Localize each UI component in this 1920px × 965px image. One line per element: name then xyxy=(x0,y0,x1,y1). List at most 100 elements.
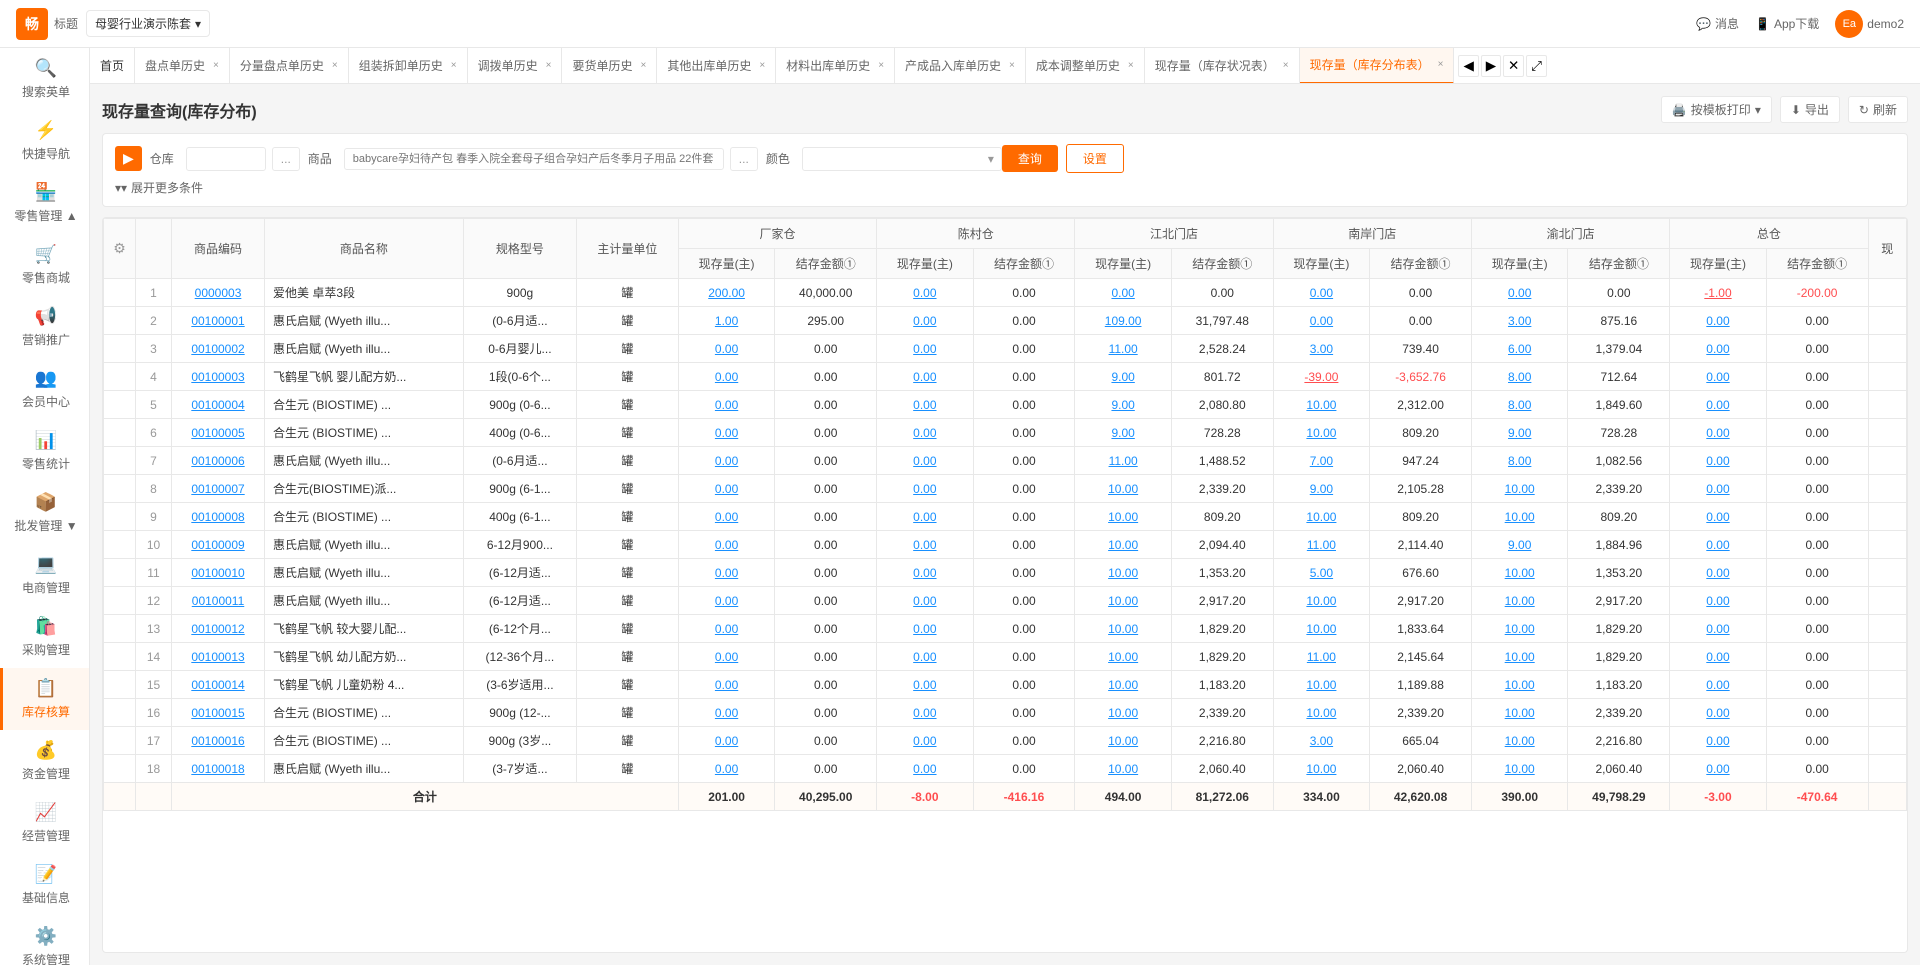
tab-material-out[interactable]: 材料出库单历史 × xyxy=(776,48,895,84)
print-btn[interactable]: 🖨️ 按模板打印 ▾ xyxy=(1661,96,1772,123)
cell-code: 00100012 xyxy=(172,615,265,643)
sidebar-item-system[interactable]: ⚙️ 系统管理 xyxy=(0,916,89,965)
cell-name: 合生元 (BIOSTIME) ... xyxy=(265,419,464,447)
cell-spec: (6-12月适... xyxy=(463,559,576,587)
cell-code: 00100016 xyxy=(172,727,265,755)
sidebar-item-retail-shop[interactable]: 🛒 零售商城 xyxy=(0,234,89,296)
sidebar-item-inventory[interactable]: 📋 库存核算 xyxy=(0,668,89,730)
cell-na-qty: -39.00 xyxy=(1273,363,1369,391)
chevron-down-icon: ▾ xyxy=(195,17,201,31)
tab-home[interactable]: 首页 xyxy=(90,48,135,84)
cell-f-qty: 0.00 xyxy=(678,587,774,615)
cell-total-amt: 0.00 xyxy=(1766,447,1868,475)
sidebar-item-operation[interactable]: 📈 经营管理 xyxy=(0,792,89,854)
tab-finished-in[interactable]: 产成品入库单历史 × xyxy=(895,48,1026,84)
cell-c-qty: 0.00 xyxy=(877,503,973,531)
close-icon[interactable]: × xyxy=(213,60,219,71)
tab-transfer[interactable]: 调拨单历史 × xyxy=(468,48,563,84)
cell-settings xyxy=(104,727,136,755)
cell-c-qty: 0.00 xyxy=(877,587,973,615)
sidebar-item-nav[interactable]: ⚡ 快捷导航 xyxy=(0,110,89,172)
close-icon[interactable]: × xyxy=(759,60,765,71)
app-download-btn[interactable]: 📱 App下载 xyxy=(1755,15,1819,32)
cell-c-amt: 0.00 xyxy=(973,391,1075,419)
close-icon[interactable]: × xyxy=(1438,59,1444,70)
cell-yb-qty: 10.00 xyxy=(1471,503,1567,531)
cell-yb-qty: 8.00 xyxy=(1471,447,1567,475)
sidebar-item-retail-stat[interactable]: 📊 零售统计 xyxy=(0,420,89,482)
tab-stock-status[interactable]: 现存量（库存状况表） × xyxy=(1145,48,1300,84)
cell-spec: 6-12月900... xyxy=(463,531,576,559)
org-selector[interactable]: 母婴行业演示陈套 ▾ xyxy=(86,10,210,37)
warehouse-input[interactable] xyxy=(186,147,266,171)
cell-jb-qty: 9.00 xyxy=(1075,363,1171,391)
close-icon[interactable]: × xyxy=(332,60,338,71)
sidebar-item-wholesale[interactable]: 📦 批发管理 ▼ xyxy=(0,482,89,544)
tab-close-all-btn[interactable]: ✕ xyxy=(1503,55,1524,77)
cell-yb-qty: 10.00 xyxy=(1471,587,1567,615)
col-unit: 主计量单位 xyxy=(577,219,679,279)
close-icon[interactable]: × xyxy=(878,60,884,71)
summary-na-amt: 42,620.08 xyxy=(1370,783,1472,811)
cell-c-qty: 0.00 xyxy=(877,531,973,559)
search-area: ▶ 仓库 ... 商品 ... 颜色 ▾ 查询 设置 xyxy=(102,133,1908,207)
close-icon[interactable]: × xyxy=(451,60,457,71)
tab-requisition[interactable]: 要货单历史 × xyxy=(562,48,657,84)
cell-yb-amt: 2,917.20 xyxy=(1568,587,1670,615)
tab-inventory-count[interactable]: 盘点单历史 × xyxy=(135,48,230,84)
basic-icon: 📝 xyxy=(35,864,57,885)
sidebar-item-marketing[interactable]: 📢 营销推广 xyxy=(0,296,89,358)
message-label: 消息 xyxy=(1715,15,1739,32)
sidebar-item-search[interactable]: 🔍 搜索英单 xyxy=(0,48,89,110)
settings-btn[interactable]: 设置 xyxy=(1066,144,1124,173)
export-btn[interactable]: ⬇ 导出 xyxy=(1780,96,1840,123)
logo-area: 畅 标题 xyxy=(16,8,78,40)
warehouse-more-btn[interactable]: ... xyxy=(272,147,300,171)
tab-partial-count[interactable]: 分量盘点单历史 × xyxy=(230,48,349,84)
close-icon[interactable]: × xyxy=(1283,60,1289,71)
expand-conditions[interactable]: ▾▾ 展开更多条件 xyxy=(115,179,1895,196)
sidebar-item-purchase[interactable]: 🛍️ 采购管理 xyxy=(0,606,89,668)
tab-assembly[interactable]: 组装拆卸单历史 × xyxy=(349,48,468,84)
refresh-btn[interactable]: ↻ 刷新 xyxy=(1848,96,1908,123)
color-input[interactable] xyxy=(802,147,1002,171)
sidebar-item-member[interactable]: 👥 会员中心 xyxy=(0,358,89,420)
message-btn[interactable]: 💬 消息 xyxy=(1696,15,1739,32)
query-btn[interactable]: 查询 xyxy=(1002,145,1058,172)
table-row: 12 00100011 惠氏启赋 (Wyeth illu... (6-12月适.… xyxy=(104,587,1907,615)
tab-cost-adj[interactable]: 成本调整单历史 × xyxy=(1026,48,1145,84)
cell-f-amt: 40,000.00 xyxy=(775,279,877,307)
tab-prev-btn[interactable]: ◀ xyxy=(1458,55,1478,77)
tab-stock-dist[interactable]: 现存量（库存分布表） × xyxy=(1300,48,1455,84)
cell-jb-amt: 2,339.20 xyxy=(1171,699,1273,727)
cell-settings xyxy=(104,447,136,475)
cell-jb-amt: 2,094.40 xyxy=(1171,531,1273,559)
cell-yb-amt: 2,216.80 xyxy=(1568,727,1670,755)
close-icon[interactable]: × xyxy=(546,60,552,71)
tab-other-out[interactable]: 其他出库单历史 × xyxy=(657,48,776,84)
purchase-icon: 🛍️ xyxy=(35,616,57,637)
cell-yb-amt: 1,829.20 xyxy=(1568,643,1670,671)
cell-current xyxy=(1868,503,1906,531)
goods-input[interactable] xyxy=(344,148,724,170)
search-expand-btn[interactable]: ▶ xyxy=(115,146,142,171)
tab-next-btn[interactable]: ▶ xyxy=(1481,55,1501,77)
cell-name: 飞鹤星飞帆 婴儿配方奶... xyxy=(265,363,464,391)
cell-spec: 900g xyxy=(463,279,576,307)
gear-icon[interactable]: ⚙ xyxy=(113,240,126,256)
cell-c-amt: 0.00 xyxy=(973,671,1075,699)
tab-expand-btn[interactable]: ⤢ xyxy=(1526,55,1547,77)
cell-jb-amt: 2,917.20 xyxy=(1171,587,1273,615)
sidebar-item-label: 库存核算 xyxy=(22,703,70,720)
sidebar-item-finance[interactable]: 💰 资金管理 xyxy=(0,730,89,792)
close-icon[interactable]: × xyxy=(1009,60,1015,71)
user-btn[interactable]: Ea demo2 xyxy=(1835,10,1904,38)
cell-unit: 罐 xyxy=(577,419,679,447)
sidebar-item-ecommerce[interactable]: 💻 电商管理 xyxy=(0,544,89,606)
sidebar-item-basic[interactable]: 📝 基础信息 xyxy=(0,854,89,916)
close-icon[interactable]: × xyxy=(640,60,646,71)
sidebar-item-retail-mgr[interactable]: 🏪 零售管理 ▲ xyxy=(0,172,89,234)
cell-jb-amt: 1,353.20 xyxy=(1171,559,1273,587)
close-icon[interactable]: × xyxy=(1128,60,1134,71)
goods-more-btn[interactable]: ... xyxy=(730,147,758,171)
